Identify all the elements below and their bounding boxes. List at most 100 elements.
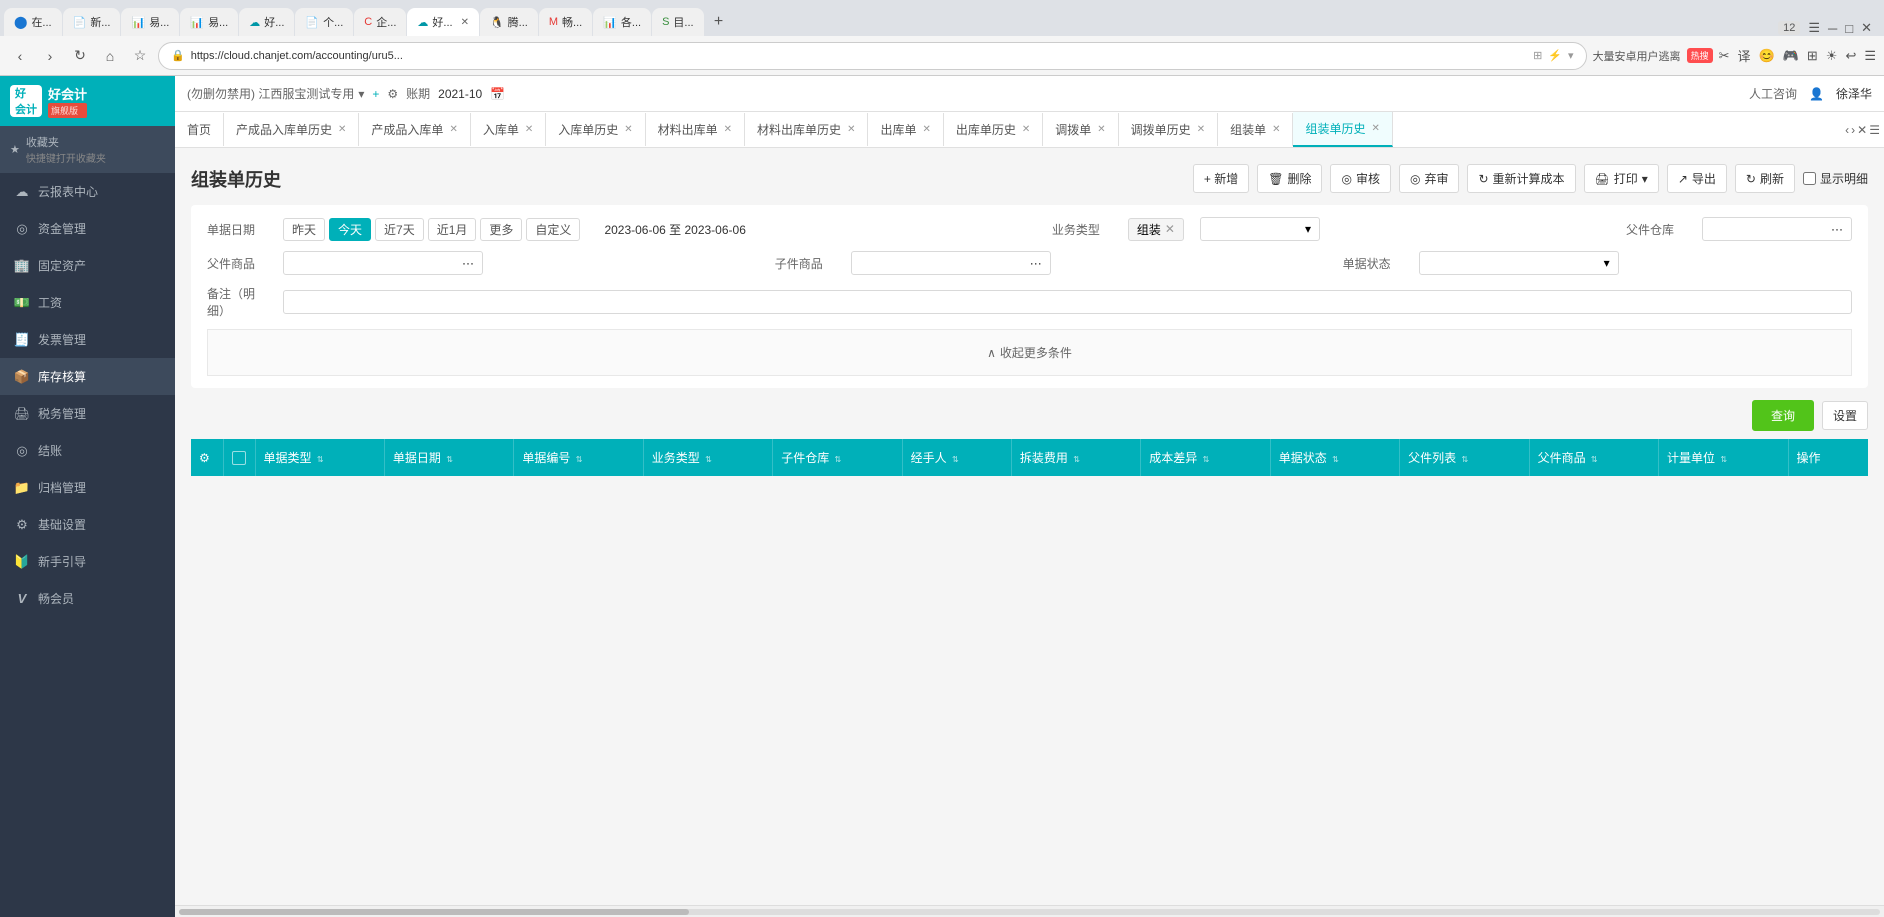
page-tab-product-in-history[interactable]: 产成品入库单历史 ✕ (224, 113, 359, 146)
delete-button[interactable]: 🗑 删除 (1257, 164, 1322, 193)
page-tab-material-out-history[interactable]: 材料出库单历史 ✕ (745, 113, 868, 146)
export-button[interactable]: ↗ 导出 (1667, 164, 1727, 193)
1month-btn[interactable]: 近1月 (428, 218, 477, 241)
col-handler[interactable]: 经手人 ⇅ (902, 439, 1011, 476)
col-doc-no[interactable]: 单据编号 ⇅ (514, 439, 643, 476)
translate-icon[interactable]: 译 (1737, 46, 1750, 65)
page-tab-assembly[interactable]: 组装单 ✕ (1218, 113, 1293, 146)
sidebar-item-settle[interactable]: ◎ 结账 (0, 432, 175, 469)
service-btn[interactable]: 人工咨询 (1749, 85, 1797, 102)
show-detail-checkbox-label[interactable]: 显示明细 (1803, 170, 1868, 187)
col-biz-type[interactable]: 业务类型 ⇅ (643, 439, 772, 476)
page-tab-transfer[interactable]: 调拨单 ✕ (1043, 113, 1118, 146)
minimize-button[interactable]: ─ (1828, 21, 1837, 36)
tab-scroll-right[interactable]: › (1851, 123, 1855, 137)
sidebar-item-salary[interactable]: 💵 工资 (0, 284, 175, 321)
home-button[interactable]: ⌂ (98, 44, 122, 68)
tab-close-in-order[interactable]: ✕ (525, 124, 533, 135)
sidebar-item-fund[interactable]: ◎ 资金管理 (0, 210, 175, 247)
grid-icon[interactable]: ⊞ (1807, 48, 1818, 64)
tab-close-in-order-history[interactable]: ✕ (624, 124, 632, 135)
scrollbar-thumb[interactable] (179, 909, 689, 915)
address-bar[interactable]: 🔒 https://cloud.chanjet.com/accounting/u… (158, 42, 1587, 70)
browser-tab-8[interactable]: ☁ 好... ✕ (407, 8, 479, 36)
recalculate-button[interactable]: ↻ 重新计算成本 (1467, 164, 1575, 193)
parent-warehouse-dropdown[interactable]: ··· (1702, 217, 1852, 241)
boost-icon[interactable]: ⚡ (1548, 49, 1562, 62)
scissors-icon[interactable]: ✂ (1719, 48, 1730, 64)
doc-status-dropdown[interactable]: ▾ (1419, 251, 1619, 275)
tab-more-options[interactable]: ☰ (1869, 123, 1880, 137)
browser-tab-12[interactable]: S 目... (652, 8, 704, 36)
sidebar-item-settings[interactable]: ⚙ 基础设置 (0, 506, 175, 543)
page-tab-assembly-history[interactable]: 组装单历史 ✕ (1293, 112, 1392, 147)
sidebar-item-inventory[interactable]: 📦 库存核算 (0, 358, 175, 395)
browser-tab-1[interactable]: ⬤ 在... (4, 8, 62, 36)
tab-close-product-in-history[interactable]: ✕ (338, 124, 346, 135)
tab-close-transfer-history[interactable]: ✕ (1197, 124, 1205, 135)
sidebar-item-guide[interactable]: 🔰 新手引导 (0, 543, 175, 580)
tab-close-out-order[interactable]: ✕ (922, 124, 930, 135)
tab-scroll-left[interactable]: ‹ (1845, 123, 1849, 137)
page-tab-in-order-history[interactable]: 入库单历史 ✕ (546, 113, 645, 146)
brightness-icon[interactable]: ☀ (1826, 48, 1838, 64)
sidebar-item-cloud-report[interactable]: ☁ 云报表中心 (0, 173, 175, 210)
maximize-button[interactable]: □ (1845, 21, 1853, 36)
col-doc-type[interactable]: 单据类型 ⇅ (255, 439, 384, 476)
company-selector[interactable]: (勿删勿禁用) 江西服宝测试专用 ▾ (187, 85, 364, 102)
today-btn[interactable]: 今天 (329, 218, 371, 241)
col-unit[interactable]: 计量单位 ⇅ (1658, 439, 1788, 476)
more-date-btn[interactable]: 更多 (480, 218, 522, 241)
sidebar-bookmark[interactable]: ★ 收藏夹 快捷键打开收藏夹 (0, 126, 175, 173)
reload-button[interactable]: ↻ (68, 44, 92, 68)
abandon-button[interactable]: ◎ 弃审 (1399, 164, 1460, 193)
calendar-icon[interactable]: 📅 (490, 87, 505, 101)
sidebar-item-member[interactable]: V 畅会员 (0, 580, 175, 617)
page-tab-out-order-history[interactable]: 出库单历史 ✕ (944, 113, 1043, 146)
select-all-checkbox[interactable] (232, 451, 246, 465)
browser-tab-4[interactable]: 📊 易... (180, 8, 238, 36)
query-button[interactable]: 查询 (1752, 400, 1814, 431)
add-company-btn[interactable]: + (372, 87, 379, 101)
refresh-button[interactable]: ↻ 刷新 (1735, 164, 1795, 193)
page-tab-home[interactable]: 首页 (175, 113, 224, 146)
col-parent-goods[interactable]: 父件商品 ⇅ (1529, 439, 1658, 476)
sidebar-item-archive[interactable]: 📁 归档管理 (0, 469, 175, 506)
page-tab-in-order[interactable]: 入库单 ✕ (471, 113, 546, 146)
browser-tab-7[interactable]: C 企... (354, 8, 406, 36)
biz-type-close[interactable]: ✕ (1165, 222, 1175, 236)
page-tab-out-order[interactable]: 出库单 ✕ (868, 113, 943, 146)
audit-button[interactable]: ◎ 审核 (1330, 164, 1391, 193)
browser-tab-3[interactable]: 📊 易... (121, 8, 179, 36)
7days-btn[interactable]: 近7天 (375, 218, 424, 241)
biz-type-dropdown[interactable]: ▾ (1200, 217, 1320, 241)
col-settings[interactable]: ⚙ (191, 439, 223, 476)
browser-tab-10[interactable]: M 畅... (539, 8, 592, 36)
forward-button[interactable]: › (38, 44, 62, 68)
tab-close-material-out-history[interactable]: ✕ (847, 124, 855, 135)
close-button[interactable]: ✕ (1861, 20, 1872, 36)
browser-tab-6[interactable]: 📄 个... (295, 8, 353, 36)
horizontal-scrollbar[interactable] (175, 905, 1884, 917)
bookmark-button[interactable]: ☆ (128, 44, 152, 68)
col-child-warehouse[interactable]: 子件仓库 ⇅ (773, 439, 902, 476)
notes-input[interactable] (283, 290, 1852, 314)
sidebar-item-invoice[interactable]: 🧾 发票管理 (0, 321, 175, 358)
back-button[interactable]: ‹ (8, 44, 32, 68)
col-doc-date[interactable]: 单据日期 ⇅ (384, 439, 513, 476)
tab-close-product-in[interactable]: ✕ (449, 124, 457, 135)
qr-icon[interactable]: ⊞ (1533, 49, 1542, 62)
tab-close-out-order-history[interactable]: ✕ (1022, 124, 1030, 135)
scrollbar-track[interactable] (179, 909, 1880, 915)
parent-goods-dropdown[interactable]: ··· (283, 251, 483, 275)
col-disassemble-fee[interactable]: 拆装费用 ⇅ (1011, 439, 1140, 476)
sidebar-item-tax[interactable]: 🖨 税务管理 (0, 395, 175, 432)
history-icon[interactable]: ↩ (1845, 48, 1856, 64)
settings-btn[interactable]: ⚙ (387, 87, 398, 101)
custom-date-btn[interactable]: 自定义 (526, 218, 580, 241)
print-button[interactable]: 🖨 打印 ▾ (1584, 164, 1659, 193)
browser-menu-icon[interactable]: ☰ (1864, 48, 1876, 64)
game-icon[interactable]: 🎮 (1783, 48, 1799, 64)
show-detail-checkbox[interactable] (1803, 172, 1816, 185)
tab-close-assembly[interactable]: ✕ (1272, 124, 1280, 135)
